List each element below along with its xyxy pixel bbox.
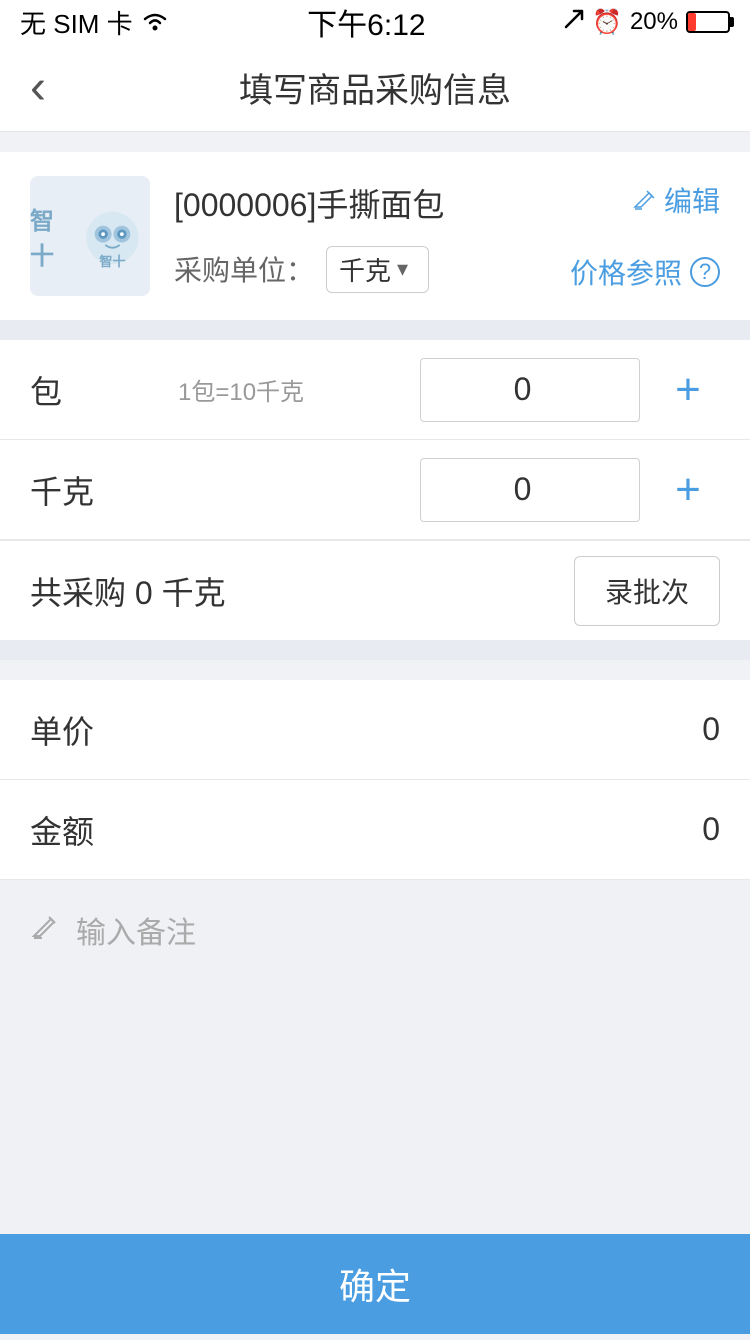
amount-label: 金额 [30,807,94,853]
kg-input-row: 千克 + [0,440,750,540]
status-time: 下午6:12 [307,0,425,44]
info-section: 单价 0 金额 0 [0,680,750,880]
edit-label: 编辑 [664,180,720,220]
unit-select[interactable]: 千克 ▾ [326,246,429,293]
wifi-icon [141,7,169,38]
confirm-bar[interactable]: 确定 [0,1234,750,1334]
amount-value: 0 [702,811,720,848]
section-divider-1 [0,320,750,340]
page-title: 填写商品采购信息 [239,63,511,112]
remark-placeholder: 输入备注 [76,908,196,952]
battery-percent: 20% [630,8,678,36]
status-right: ⏰ 20% [564,8,730,37]
price-label: 单价 [30,707,94,753]
summary-text: 共采购 0 千克 [30,568,226,614]
remark-section[interactable]: 输入备注 [0,880,750,980]
nav-bar: ‹ 填写商品采购信息 [0,44,750,132]
confirm-button-label: 确定 [339,1258,411,1310]
battery-icon [686,11,730,33]
carrier-label: 无 SIM 卡 [20,4,133,41]
batch-button[interactable]: 录批次 [574,556,720,626]
bag-quantity-input[interactable] [420,358,640,422]
edit-button[interactable]: 编辑 [632,180,720,220]
input-section: 包 1包=10千克 + 千克 + [0,340,750,540]
bag-input-row: 包 1包=10千克 + [0,340,750,440]
kg-input-wrap: + [170,458,720,522]
kg-quantity-input[interactable] [420,458,640,522]
pencil-icon [30,912,60,949]
content-filler [0,980,750,1240]
svg-text:智十: 智十 [99,253,125,269]
price-reference-button[interactable]: 价格参照 ? [570,252,720,292]
status-left: 无 SIM 卡 [20,4,169,41]
product-thumbnail: 智十 智十 [30,176,150,296]
summary-row: 共采购 0 千克 录批次 [0,540,750,640]
product-card: 智十 智十 [0000006]手撕面包 采购单位： 千克 ▾ [0,152,750,320]
bag-label: 包 [30,367,170,413]
kg-label: 千克 [30,467,170,513]
unit-label: 采购单位： [174,249,314,289]
back-button[interactable]: ‹ [30,60,90,115]
bag-plus-button[interactable]: + [656,358,720,422]
price-row: 单价 0 [0,680,750,780]
unit-dropdown-arrow: ▾ [397,256,408,282]
kg-plus-button[interactable]: + [656,458,720,522]
price-ref-label: 价格参照 [570,252,682,292]
bag-sublabel: 1包=10千克 [178,372,304,407]
help-icon: ? [690,257,720,287]
location-icon [564,8,584,36]
bag-input-wrap: + [304,358,720,422]
section-divider-2 [0,640,750,660]
amount-row: 金额 0 [0,780,750,880]
unit-value: 千克 [339,251,391,288]
alarm-icon: ⏰ [592,8,622,37]
status-bar: 无 SIM 卡 下午6:12 ⏰ 20% [0,0,750,44]
price-value: 0 [702,711,720,748]
